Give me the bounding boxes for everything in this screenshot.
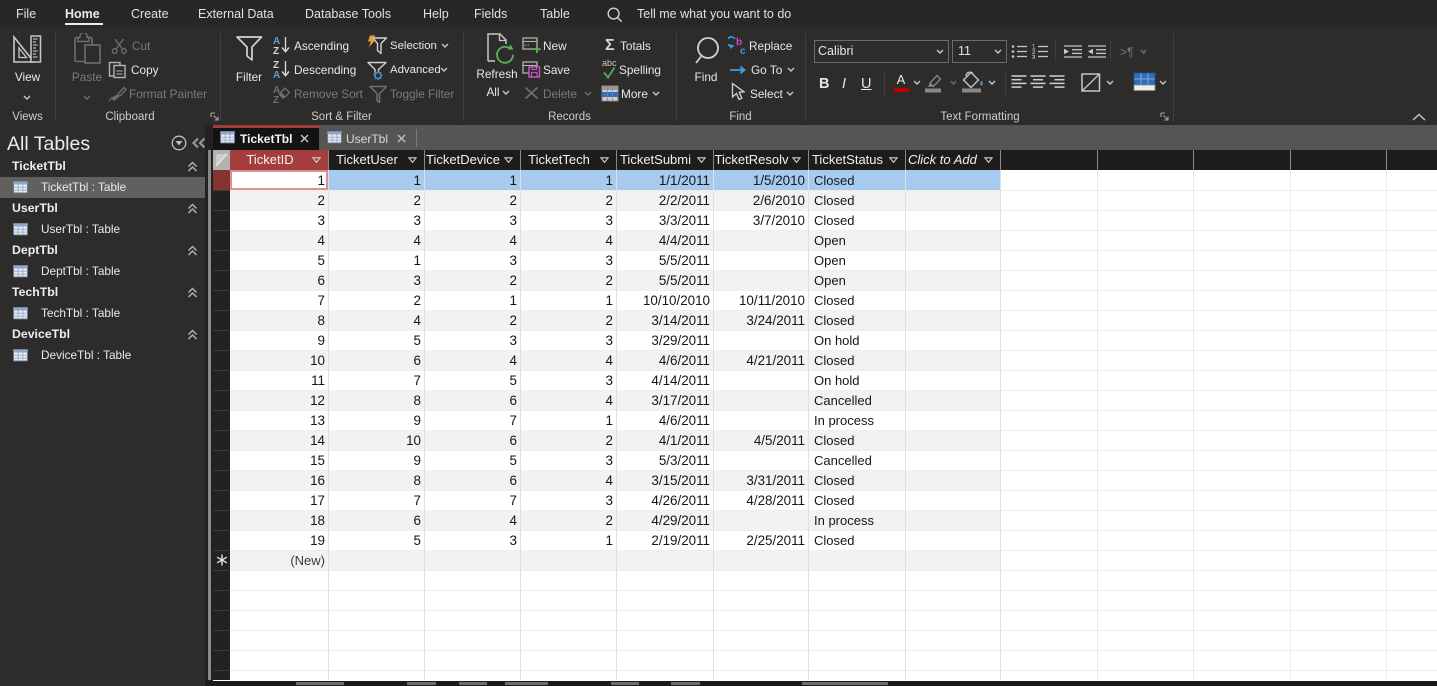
svg-text:c: c — [740, 46, 746, 55]
svg-text:3: 3 — [1032, 56, 1036, 60]
svg-text:A: A — [273, 70, 280, 79]
svg-text:abc: abc — [602, 58, 617, 68]
svg-text:Z: Z — [273, 46, 279, 55]
svg-text:Z: Z — [273, 95, 279, 104]
